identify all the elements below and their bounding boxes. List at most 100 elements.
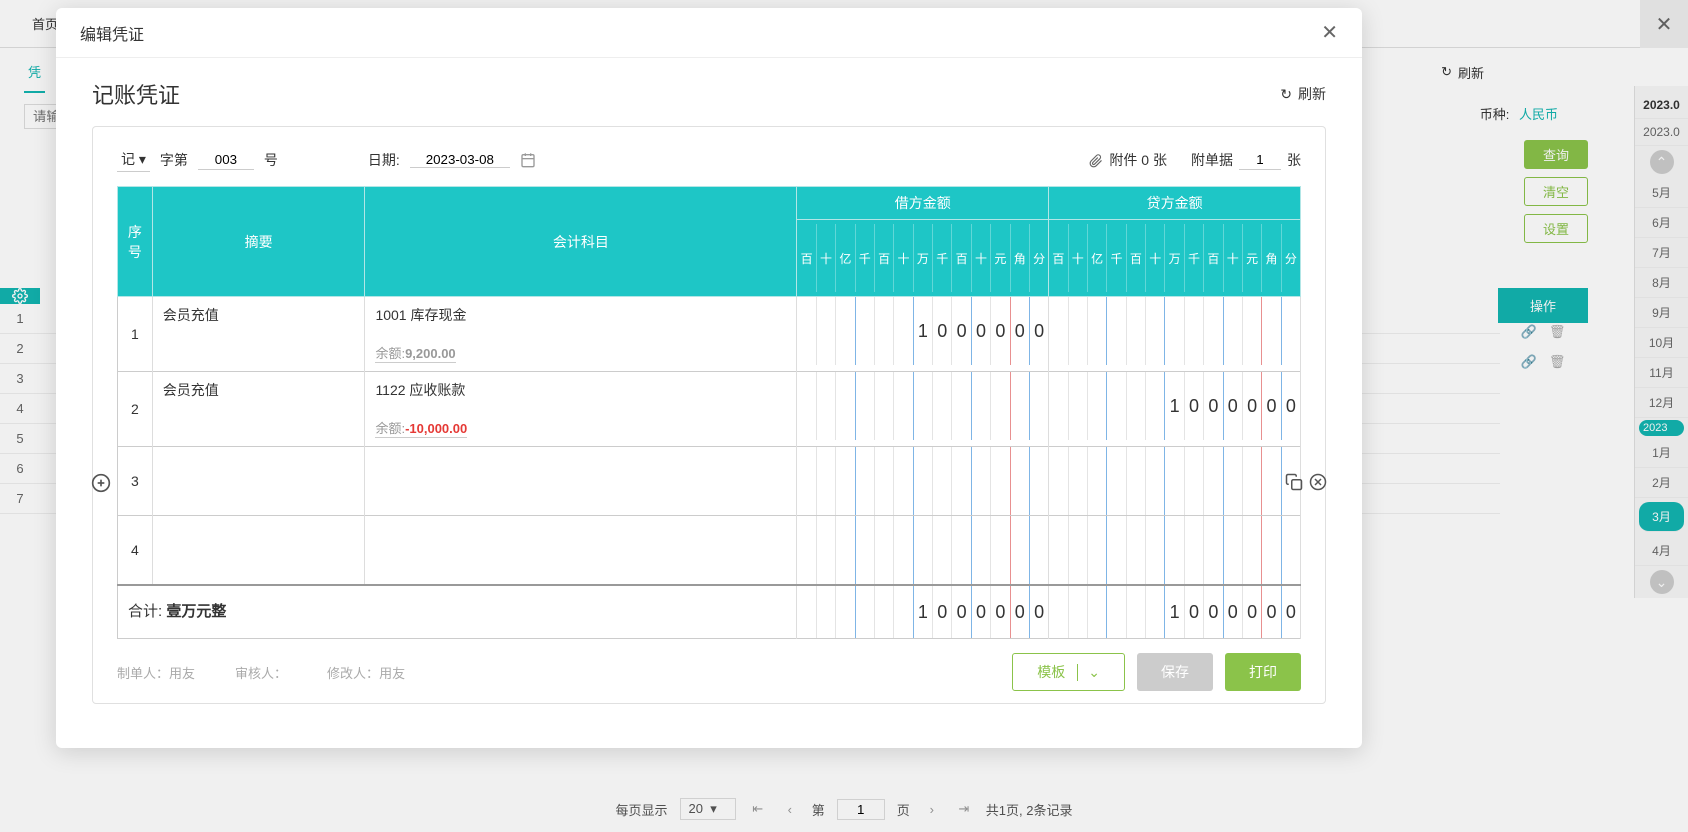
- amount-digit[interactable]: [1030, 447, 1048, 515]
- amount-digit[interactable]: [817, 447, 836, 515]
- amount-digit[interactable]: [1146, 447, 1165, 515]
- amount-digit[interactable]: [1030, 516, 1048, 584]
- amount-digit[interactable]: 0: [1204, 586, 1223, 638]
- amount-digit[interactable]: [1224, 297, 1243, 365]
- amount-digit[interactable]: [894, 297, 913, 365]
- amount-digit[interactable]: [914, 516, 933, 584]
- amount-digit[interactable]: [1069, 447, 1088, 515]
- amount-digit[interactable]: [972, 372, 991, 440]
- amount-digit[interactable]: [875, 586, 894, 638]
- amount-digit[interactable]: [1165, 516, 1184, 584]
- amount-digit[interactable]: [1146, 516, 1165, 584]
- amount-digit[interactable]: 0: [1224, 586, 1243, 638]
- amount-digit[interactable]: [1049, 447, 1068, 515]
- amount-digit[interactable]: [1204, 447, 1223, 515]
- amount-digit[interactable]: [894, 516, 913, 584]
- amount-digit[interactable]: [991, 516, 1010, 584]
- voucher-row[interactable]: 2会员充值1122 应收账款余额:-10,000.001000000: [118, 372, 1301, 447]
- amount-digit[interactable]: [1127, 586, 1146, 638]
- amount-digit[interactable]: [1107, 447, 1126, 515]
- amount-digit[interactable]: [1262, 447, 1281, 515]
- amount-digit[interactable]: [875, 297, 894, 365]
- amount-digit[interactable]: [836, 447, 855, 515]
- save-button[interactable]: 保存: [1137, 653, 1213, 691]
- amount-digit[interactable]: [894, 586, 913, 638]
- amount-digit[interactable]: [1282, 297, 1300, 365]
- close-icon[interactable]: ✕: [1321, 20, 1338, 45]
- amount-digit[interactable]: 0: [1011, 297, 1030, 365]
- amount-digit[interactable]: [1069, 586, 1088, 638]
- debit-cell[interactable]: 1000000: [797, 297, 1049, 372]
- amount-digit[interactable]: [1107, 297, 1126, 365]
- amount-digit[interactable]: [1011, 372, 1030, 440]
- amount-digit[interactable]: 0: [1011, 586, 1030, 638]
- amount-digit[interactable]: [1088, 516, 1107, 584]
- amount-digit[interactable]: [1224, 447, 1243, 515]
- amount-digit[interactable]: 0: [1185, 586, 1204, 638]
- amount-digit[interactable]: 0: [991, 297, 1010, 365]
- amount-digit[interactable]: 0: [1243, 372, 1262, 440]
- voucher-row[interactable]: 1会员充值1001 库存现金余额:9,200.001000000: [118, 297, 1301, 372]
- amount-digit[interactable]: [1146, 586, 1165, 638]
- amount-digit[interactable]: 0: [972, 297, 991, 365]
- amount-digit[interactable]: [875, 447, 894, 515]
- amount-digit[interactable]: [914, 447, 933, 515]
- voucher-type-select[interactable]: 记 ▾: [117, 147, 150, 172]
- amount-digit[interactable]: [1088, 372, 1107, 440]
- amount-digit[interactable]: [933, 516, 952, 584]
- amount-digit[interactable]: [1107, 516, 1126, 584]
- copy-row-icon[interactable]: [1285, 473, 1327, 491]
- amount-digit[interactable]: [1146, 372, 1165, 440]
- amount-digit[interactable]: [1262, 297, 1281, 365]
- amount-digit[interactable]: [856, 447, 875, 515]
- amount-digit[interactable]: [1204, 297, 1223, 365]
- debit-cell[interactable]: [797, 516, 1049, 586]
- amount-digit[interactable]: [856, 586, 875, 638]
- amount-digit[interactable]: [1030, 372, 1048, 440]
- amount-digit[interactable]: [1127, 516, 1146, 584]
- amount-digit[interactable]: [933, 447, 952, 515]
- amount-digit[interactable]: [856, 372, 875, 440]
- amount-digit[interactable]: 0: [1262, 372, 1281, 440]
- amount-digit[interactable]: [1011, 516, 1030, 584]
- amount-digit[interactable]: 1: [1165, 586, 1184, 638]
- amount-digit[interactable]: [894, 372, 913, 440]
- amount-digit[interactable]: [1224, 516, 1243, 584]
- account-cell[interactable]: [365, 516, 797, 586]
- attachment-link[interactable]: 附件 0 张: [1089, 150, 1167, 170]
- amount-digit[interactable]: 0: [1030, 297, 1048, 365]
- amount-digit[interactable]: [1049, 586, 1068, 638]
- amount-digit[interactable]: [1146, 297, 1165, 365]
- amount-digit[interactable]: [856, 297, 875, 365]
- amount-digit[interactable]: [1069, 516, 1088, 584]
- amount-digit[interactable]: [1185, 447, 1204, 515]
- amount-digit[interactable]: [952, 447, 971, 515]
- amount-digit[interactable]: 0: [1204, 372, 1223, 440]
- account-cell[interactable]: 1001 库存现金余额:9,200.00: [365, 297, 797, 372]
- account-cell[interactable]: 1122 应收账款余额:-10,000.00: [365, 372, 797, 447]
- amount-digit[interactable]: [797, 516, 816, 584]
- template-button[interactable]: 模板 ⌄: [1012, 653, 1125, 691]
- summary-cell[interactable]: [152, 447, 365, 516]
- summary-cell[interactable]: 会员充值: [152, 372, 365, 447]
- credit-cell[interactable]: 1000000: [1049, 372, 1301, 447]
- amount-digit[interactable]: [991, 372, 1010, 440]
- voucher-row[interactable]: 3: [118, 447, 1301, 516]
- amount-digit[interactable]: [1049, 297, 1068, 365]
- amount-digit[interactable]: [1127, 447, 1146, 515]
- amount-digit[interactable]: [1049, 516, 1068, 584]
- amount-digit[interactable]: [952, 372, 971, 440]
- print-button[interactable]: 打印: [1225, 653, 1301, 691]
- voucher-refresh-button[interactable]: ↻ 刷新: [1280, 84, 1326, 104]
- amount-digit[interactable]: [952, 516, 971, 584]
- amount-digit[interactable]: [1204, 516, 1223, 584]
- voucher-row[interactable]: 4: [118, 516, 1301, 586]
- amount-digit[interactable]: [1011, 447, 1030, 515]
- fudan-input[interactable]: [1239, 150, 1281, 170]
- amount-digit[interactable]: [1185, 516, 1204, 584]
- amount-digit[interactable]: [1088, 586, 1107, 638]
- amount-digit[interactable]: [972, 447, 991, 515]
- amount-digit[interactable]: [817, 516, 836, 584]
- amount-digit[interactable]: 0: [1030, 586, 1048, 638]
- amount-digit[interactable]: [1049, 372, 1068, 440]
